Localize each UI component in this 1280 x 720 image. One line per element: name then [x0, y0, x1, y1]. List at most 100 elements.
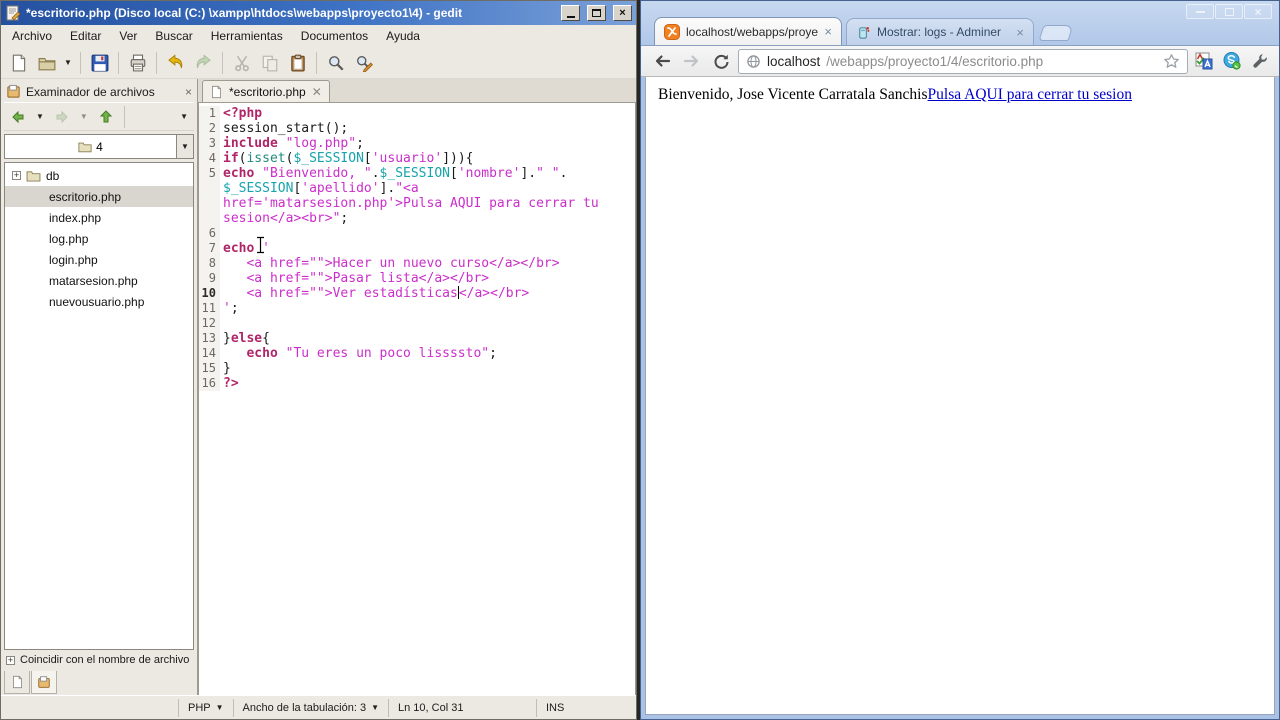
nav-more-menu[interactable]: ▼	[176, 105, 192, 129]
panel-close-icon[interactable]: ×	[185, 85, 192, 99]
code-line-text[interactable]: echo "Tu eres un poco lissssto";	[220, 346, 496, 361]
tree-item-label: nuevousuario.php	[49, 294, 145, 309]
copy-button[interactable]	[256, 49, 283, 76]
skype-extension-button[interactable]	[1219, 49, 1244, 74]
close-button[interactable]: ×	[613, 5, 632, 21]
code-line-text[interactable]: <a href="">Ver estadísticas</a></br>	[220, 286, 529, 301]
reload-button[interactable]	[708, 49, 735, 74]
tree-item-log.php[interactable]: log.php	[5, 228, 193, 249]
close-button[interactable]: ×	[1244, 4, 1272, 19]
code-view[interactable]: 1 <?php 2 session_start(); 3 include "log.php…	[198, 102, 636, 695]
code-line-text[interactable]: <a href="">Pasar lista</a></br>	[220, 271, 489, 286]
new-document-button[interactable]	[5, 49, 32, 76]
code-line-text[interactable]	[220, 226, 223, 241]
code-row: 12	[199, 316, 635, 331]
code-line-text[interactable]: echo '	[220, 241, 270, 256]
logout-link[interactable]: Pulsa AQUI para cerrar tu sesion	[928, 86, 1132, 103]
translate-extension-button[interactable]	[1191, 49, 1216, 74]
code-row: 4 if(isset($_SESSION['usuario'])){	[199, 151, 635, 166]
toolbar-separator	[123, 105, 125, 128]
code-line-text[interactable]: ?>	[220, 376, 239, 391]
chrome-window: × localhost/webapps/proyecto1/ × Mostrar…	[640, 0, 1280, 720]
redo-button[interactable]	[190, 49, 217, 76]
save-button[interactable]	[86, 49, 113, 76]
menu-herramientas[interactable]: Herramientas	[202, 26, 292, 46]
cut-button[interactable]	[228, 49, 255, 76]
code-line-text[interactable]: <a href="">Hacer un nuevo curso</a></br>	[220, 256, 559, 271]
forward-button[interactable]	[678, 49, 705, 74]
documents-panel-tab[interactable]	[4, 671, 30, 694]
menu-bar: Archivo Editar Ver Buscar Herramientas Docume…	[1, 25, 636, 47]
expander-icon[interactable]: +	[6, 655, 15, 665]
open-button[interactable]	[33, 49, 60, 76]
menu-buscar[interactable]: Buscar	[146, 26, 201, 46]
location-combobox[interactable]: 4 ▼	[4, 134, 194, 159]
menu-documentos[interactable]: Documentos	[292, 26, 377, 46]
nav-forward-button[interactable]	[50, 105, 74, 129]
code-line-text[interactable]: if(isset($_SESSION['usuario'])){	[220, 151, 474, 166]
code-line-text[interactable]: sesion</a><br>";	[220, 211, 348, 226]
code-line-text[interactable]	[220, 316, 223, 331]
browser-tab-adminer[interactable]: Mostrar: logs - Adminer ×	[846, 18, 1034, 45]
window-title: *escritorio.php (Disco local (C:) \xampp…	[26, 6, 463, 20]
filename-filter[interactable]: + Coincidir con el nombre de archivo	[4, 650, 194, 670]
code-line-text[interactable]: ';	[220, 301, 239, 316]
tree-item-login.php[interactable]: login.php	[5, 249, 193, 270]
address-bar[interactable]: localhost/webapps/proyecto1/4/escritorio…	[738, 48, 1188, 74]
minimize-button[interactable]	[1186, 4, 1214, 19]
tree-item-db[interactable]: + db	[5, 165, 193, 186]
tree-item-matarsesion.php[interactable]: matarsesion.php	[5, 270, 193, 291]
menu-archivo[interactable]: Archivo	[3, 26, 61, 46]
tree-item-escritorio.php[interactable]: escritorio.php	[5, 186, 193, 207]
tree-item-index.php[interactable]: index.php	[5, 207, 193, 228]
menu-ayuda[interactable]: Ayuda	[377, 26, 429, 46]
nav-forward-menu[interactable]: ▼	[76, 105, 92, 129]
code-line-text[interactable]: href='matarsesion.php'>Pulsa AQUI para c…	[220, 196, 599, 211]
location-dropdown-button[interactable]: ▼	[176, 135, 193, 158]
menu-ver[interactable]: Ver	[110, 26, 146, 46]
code-line-text[interactable]: session_start();	[220, 121, 348, 136]
line-number: 8	[199, 256, 220, 271]
editor-tab-escritorio[interactable]: *escritorio.php ✕	[202, 80, 330, 102]
code-line-text[interactable]: }	[220, 361, 231, 376]
undo-button[interactable]	[162, 49, 189, 76]
code-line-text[interactable]: $_SESSION['apellido']."<a	[220, 181, 419, 196]
maximize-button[interactable]	[587, 5, 606, 21]
restore-button[interactable]	[1215, 4, 1243, 19]
tree-item-nuevousuario.php[interactable]: nuevousuario.php	[5, 291, 193, 312]
nav-back-button[interactable]	[6, 105, 30, 129]
settings-wrench-button[interactable]	[1247, 49, 1272, 74]
gedit-titlebar[interactable]: *escritorio.php (Disco local (C:) \xampp…	[1, 1, 636, 25]
line-number	[199, 181, 220, 196]
code-line-text[interactable]: <?php	[220, 106, 262, 121]
code-row: sesion</a><br>";	[199, 211, 635, 226]
file-browser-panel-tab[interactable]	[31, 671, 57, 694]
tab-close-icon[interactable]: ✕	[312, 85, 322, 99]
forward-arrow-icon	[56, 110, 68, 123]
editor-tabbar: *escritorio.php ✕	[198, 79, 636, 102]
tab-close-icon[interactable]: ×	[1016, 26, 1024, 39]
nav-back-menu[interactable]: ▼	[32, 105, 48, 129]
code-line-text[interactable]: include "log.php";	[220, 136, 364, 151]
code-line-text[interactable]: }else{	[220, 331, 270, 346]
open-menu-button[interactable]: ▼	[61, 49, 75, 76]
paste-button[interactable]	[284, 49, 311, 76]
minimize-button[interactable]	[561, 5, 580, 21]
nav-up-button[interactable]	[94, 105, 118, 129]
menu-editar[interactable]: Editar	[61, 26, 110, 46]
print-button[interactable]	[124, 49, 151, 76]
line-number: 16	[199, 376, 220, 391]
new-tab-button[interactable]	[1038, 25, 1074, 41]
back-button[interactable]	[648, 49, 675, 74]
language-selector[interactable]: PHP ▼	[177, 698, 233, 717]
expander-icon[interactable]: +	[12, 171, 21, 180]
replace-button[interactable]	[350, 49, 377, 76]
tab-width-selector[interactable]: Ancho de la tabulación: 3 ▼	[232, 698, 388, 717]
bookmark-star-icon[interactable]	[1163, 53, 1180, 70]
code-line-text[interactable]: echo "Bienvenido, ".$_SESSION['nombre'].…	[220, 166, 567, 181]
browser-tab-localhost[interactable]: localhost/webapps/proyecto1/ ×	[654, 17, 842, 45]
gedit-toolbar: ▼	[1, 47, 636, 79]
find-button[interactable]	[322, 49, 349, 76]
chevron-down-icon: ▼	[215, 702, 224, 712]
tab-close-icon[interactable]: ×	[824, 25, 832, 38]
